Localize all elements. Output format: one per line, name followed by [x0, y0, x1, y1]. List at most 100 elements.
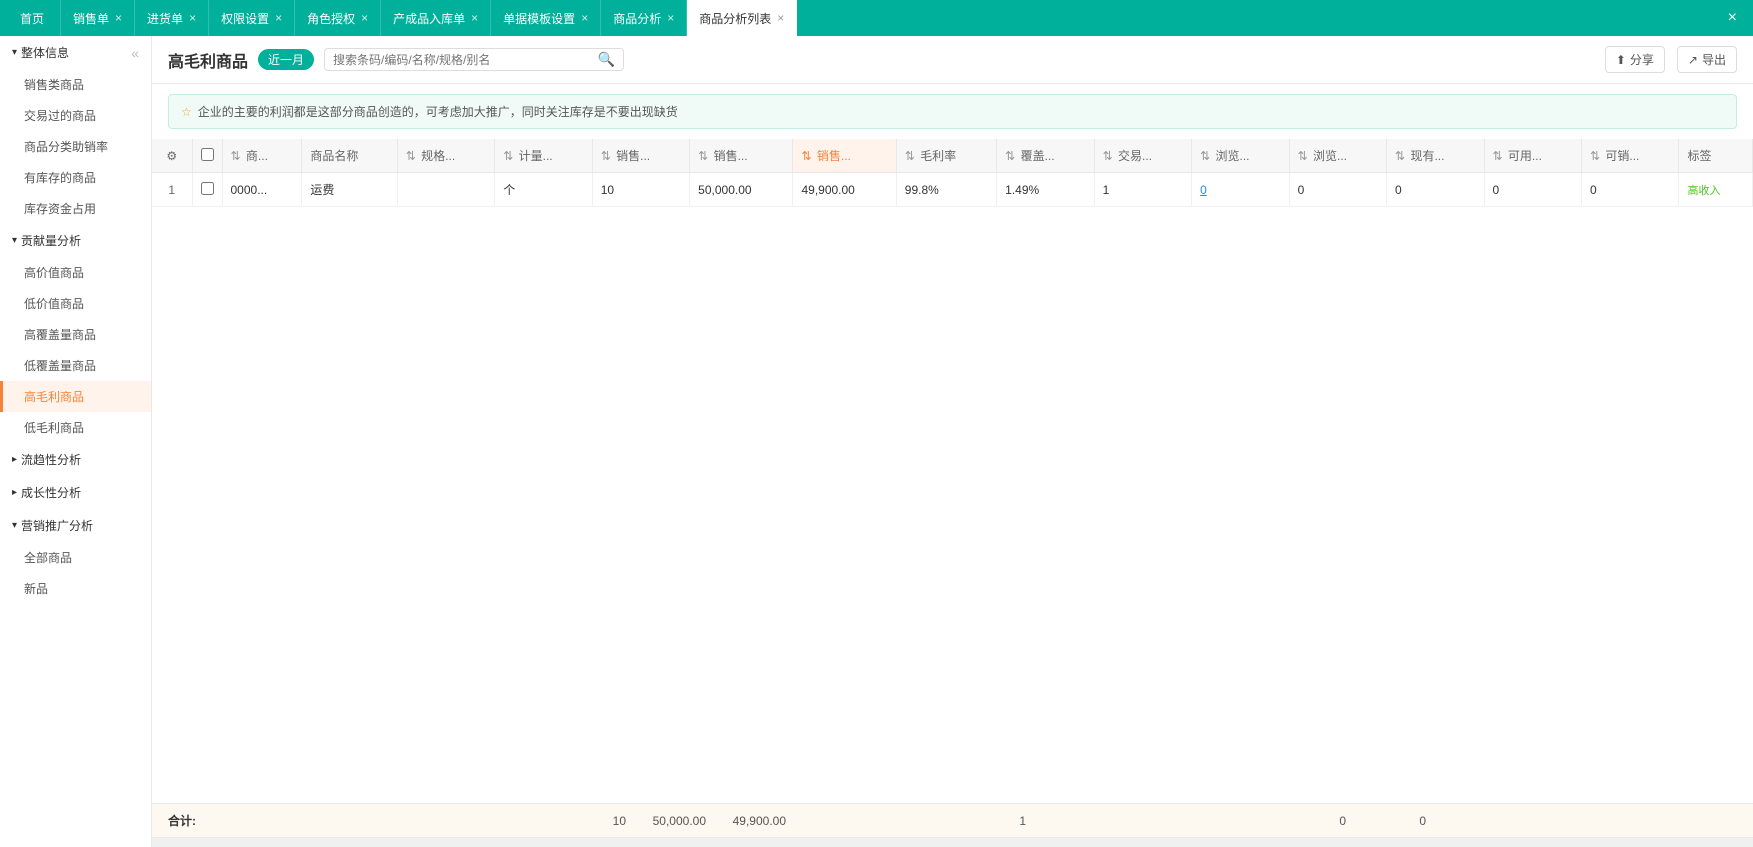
tab-close-icon[interactable]: ×	[777, 11, 784, 25]
footer-empty1	[204, 814, 244, 828]
tab-product-warehouse[interactable]: 产成品入库单 ×	[381, 0, 491, 36]
footer-empty5	[434, 814, 494, 828]
cell-unit: 个	[495, 173, 592, 207]
col-header-browse1[interactable]: ⇅ 浏览...	[1192, 139, 1289, 173]
col-header-stock1[interactable]: ⇅ 现有...	[1387, 139, 1484, 173]
collapse-sidebar-icon[interactable]: «	[131, 45, 139, 61]
col-header-sales1[interactable]: ⇅ 销售...	[592, 139, 689, 173]
cell-num: 1	[152, 173, 192, 207]
sidebar-group-label: 贡献量分析	[21, 232, 81, 249]
sidebar-item-high-coverage[interactable]: 高覆盖量商品	[0, 319, 151, 350]
col-header-stock2[interactable]: ⇅ 可用...	[1484, 139, 1581, 173]
tab-purchase-order[interactable]: 进货单 ×	[135, 0, 209, 36]
sidebar-item-low-value[interactable]: 低价值商品	[0, 288, 151, 319]
sort-icon: ⇅	[698, 149, 708, 163]
cell-gross-rate: 99.8%	[896, 173, 996, 207]
main-layout: ▾ 整体信息 « 销售类商品 交易过的商品 商品分类助销率 有库存的商品 库存资…	[0, 36, 1753, 847]
period-button[interactable]: 近一月	[258, 49, 314, 70]
col-header-sales2[interactable]: ⇅ 销售...	[690, 139, 793, 173]
footer-sales2: 50,000.00	[634, 814, 714, 828]
sort-icon: ⇅	[905, 149, 915, 163]
tab-label: 首页	[20, 10, 44, 27]
cell-stock2: 0	[1484, 173, 1581, 207]
sidebar-group-label: 整体信息	[21, 44, 69, 61]
col-header-code[interactable]: ⇅ 商...	[222, 139, 302, 173]
info-text: 企业的主要的利润都是这部分商品创造的，可考虑加大推广，同时关注库存是不要出现缺货	[198, 103, 678, 120]
footer-empty4	[334, 814, 434, 828]
tab-role-auth[interactable]: 角色授权 ×	[295, 0, 381, 36]
col-header-stock3[interactable]: ⇅ 可销...	[1581, 139, 1678, 173]
cell-browse1[interactable]: 0	[1192, 173, 1289, 207]
footer-total: 合计: 10 50,000.00 49,900.00 1 0 0	[152, 803, 1753, 837]
header-actions: ⬆ 分享 ↗ 导出	[1605, 46, 1737, 73]
sidebar-group-label: 成长性分析	[21, 484, 81, 501]
tab-close-icon[interactable]: ×	[115, 11, 122, 25]
tab-close-icon[interactable]: ×	[471, 11, 478, 25]
footer-sales3: 49,900.00	[714, 814, 794, 828]
footer-sales1: 10	[554, 814, 634, 828]
row-checkbox[interactable]	[201, 182, 214, 195]
footer-empty3	[274, 814, 334, 828]
cell-code: 0000...	[222, 173, 302, 207]
col-header-transaction[interactable]: ⇅ 交易...	[1094, 139, 1191, 173]
tab-close-icon[interactable]: ×	[581, 11, 588, 25]
cell-spec	[397, 173, 494, 207]
share-button[interactable]: ⬆ 分享	[1605, 46, 1665, 73]
sidebar-item-category-rate[interactable]: 商品分类助销率	[0, 131, 151, 162]
col-header-name[interactable]: 商品名称	[302, 139, 397, 173]
sidebar-item-new-products[interactable]: 新品	[0, 573, 151, 604]
tab-sales-order[interactable]: 销售单 ×	[61, 0, 135, 36]
tab-template[interactable]: 单据模板设置 ×	[491, 0, 601, 36]
tab-close-icon[interactable]: ×	[189, 11, 196, 25]
chevron-down-icon: ▾	[12, 520, 17, 531]
tab-home[interactable]: 首页	[4, 0, 61, 36]
tab-close-icon[interactable]: ×	[667, 11, 674, 25]
export-label: 导出	[1702, 51, 1726, 68]
col-header-gross-rate[interactable]: ⇅ 毛利率	[896, 139, 996, 173]
tab-label: 角色授权	[307, 10, 355, 27]
sidebar-item-low-margin[interactable]: 低毛利商品	[0, 412, 151, 443]
export-button[interactable]: ↗ 导出	[1677, 46, 1737, 73]
tab-close-icon[interactable]: ×	[361, 11, 368, 25]
window-close-icon[interactable]: ×	[1716, 9, 1749, 27]
sidebar-group-growth[interactable]: ▸ 成长性分析	[0, 476, 151, 509]
select-all-checkbox[interactable]	[201, 148, 214, 161]
export-icon: ↗	[1688, 53, 1698, 67]
footer-transaction: 1	[954, 814, 1034, 828]
sidebar-item-high-margin[interactable]: 高毛利商品	[0, 381, 151, 412]
sidebar-item-traded-products[interactable]: 交易过的商品	[0, 100, 151, 131]
sidebar-item-all-products[interactable]: 全部商品	[0, 542, 151, 573]
sidebar-item-high-value[interactable]: 高价值商品	[0, 257, 151, 288]
sidebar-group-trend[interactable]: ▸ 流趋性分析	[0, 443, 151, 476]
tab-label: 进货单	[147, 10, 183, 27]
col-header-tag[interactable]: 标签	[1679, 139, 1753, 173]
footer-empty11	[1194, 814, 1274, 828]
cell-coverage: 1.49%	[997, 173, 1094, 207]
sidebar-item-in-stock[interactable]: 有库存的商品	[0, 162, 151, 193]
cell-stock3: 0	[1581, 173, 1678, 207]
sidebar-group-marketing[interactable]: ▾ 营销推广分析	[0, 509, 151, 542]
col-header-browse2[interactable]: ⇅ 浏览...	[1289, 139, 1386, 173]
col-header-coverage[interactable]: ⇅ 覆盖...	[997, 139, 1094, 173]
page-title: 高毛利商品	[168, 48, 248, 72]
tab-product-analysis-list[interactable]: 商品分析列表 ×	[687, 0, 797, 36]
horizontal-scrollbar[interactable]	[152, 837, 1753, 847]
sidebar-group-overall[interactable]: ▾ 整体信息 «	[0, 36, 151, 69]
sidebar-group-contribution[interactable]: ▾ 贡献量分析	[0, 224, 151, 257]
footer-empty8	[874, 814, 954, 828]
col-header-sales3[interactable]: ⇅ 销售...	[793, 139, 896, 173]
tab-product-analysis[interactable]: 商品分析 ×	[601, 0, 687, 36]
cell-transaction: 1	[1094, 173, 1191, 207]
col-header-spec[interactable]: ⇅ 规格...	[397, 139, 494, 173]
col-header-unit[interactable]: ⇅ 计量...	[495, 139, 592, 173]
sidebar-item-low-coverage[interactable]: 低覆盖量商品	[0, 350, 151, 381]
sort-icon: ⇅	[503, 149, 513, 163]
tab-close-icon[interactable]: ×	[275, 11, 282, 25]
tab-permission[interactable]: 权限设置 ×	[209, 0, 295, 36]
sidebar-item-sales-products[interactable]: 销售类商品	[0, 69, 151, 100]
search-input[interactable]	[333, 53, 598, 67]
settings-icon[interactable]: ⚙	[166, 149, 177, 163]
share-icon: ⬆	[1616, 53, 1626, 67]
search-icon[interactable]: 🔍	[598, 51, 615, 68]
sidebar-item-stock-capital[interactable]: 库存资金占用	[0, 193, 151, 224]
